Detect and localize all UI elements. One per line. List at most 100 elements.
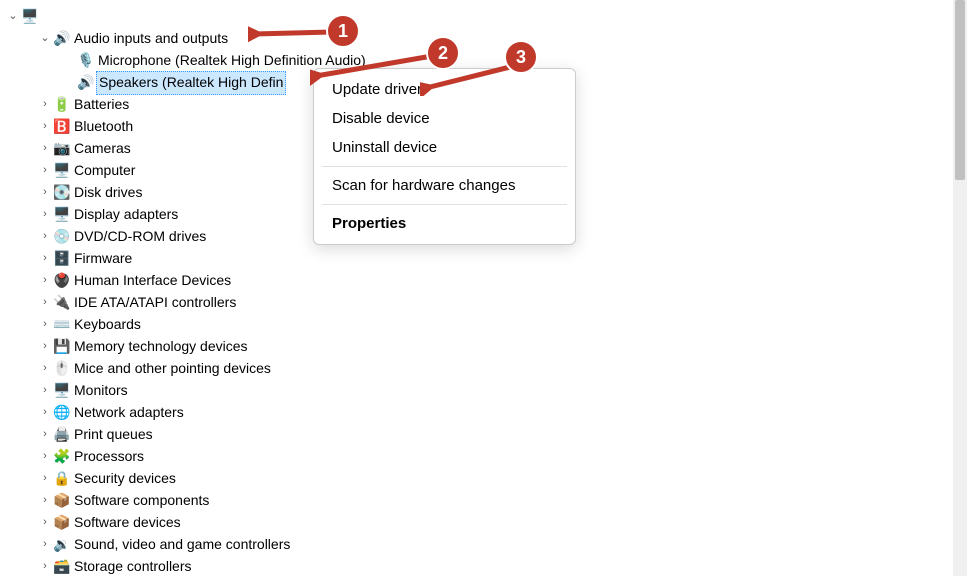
menu-separator xyxy=(322,204,567,205)
menu-properties[interactable]: Properties xyxy=(314,209,575,238)
disk-icon: 💽 xyxy=(52,182,72,204)
category-item[interactable]: ›🔉Sound, video and game controllers xyxy=(6,534,969,556)
category-label: Sound, video and game controllers xyxy=(72,534,290,556)
chevron-right-icon[interactable]: › xyxy=(38,206,52,223)
memory-icon: 💾 xyxy=(52,336,72,358)
chevron-right-icon[interactable]: › xyxy=(38,272,52,289)
monitor-icon: 🖥️ xyxy=(52,380,72,402)
category-item[interactable]: ›📦Software devices xyxy=(6,512,969,534)
category-item[interactable]: ›🖲️Human Interface Devices xyxy=(6,270,969,292)
firmware-icon: 🗄️ xyxy=(52,248,72,270)
category-item[interactable]: ›🖱️Mice and other pointing devices xyxy=(6,358,969,380)
chevron-right-icon[interactable]: › xyxy=(38,426,52,443)
chevron-right-icon[interactable]: › xyxy=(38,448,52,465)
category-label: IDE ATA/ATAPI controllers xyxy=(72,292,236,314)
category-label: Mice and other pointing devices xyxy=(72,358,271,380)
chevron-right-icon[interactable]: › xyxy=(38,250,52,267)
category-item[interactable]: ›⌨️Keyboards xyxy=(6,314,969,336)
category-label: Disk drives xyxy=(72,182,142,204)
ide-icon: 🔌 xyxy=(52,292,72,314)
category-item[interactable]: ›🗄️Firmware xyxy=(6,248,969,270)
security-icon: 🔒 xyxy=(52,468,72,490)
bluetooth-icon: 🅱️ xyxy=(52,116,72,138)
sound-icon: 🔉 xyxy=(52,534,72,556)
chevron-right-icon[interactable]: › xyxy=(38,162,52,179)
hid-icon: 🖲️ xyxy=(52,270,72,292)
keyboard-icon: ⌨️ xyxy=(52,314,72,336)
chevron-right-icon[interactable]: › xyxy=(38,558,52,575)
chevron-right-icon[interactable]: › xyxy=(38,536,52,553)
category-item[interactable]: ›🖥️Monitors xyxy=(6,380,969,402)
battery-icon: 🔋 xyxy=(52,94,72,116)
camera-icon: 📷 xyxy=(52,138,72,160)
chevron-right-icon[interactable]: › xyxy=(38,96,52,113)
category-audio[interactable]: ⌄ 🔊 Audio inputs and outputs xyxy=(6,28,969,50)
category-item[interactable]: ›📦Software components xyxy=(6,490,969,512)
category-label: Security devices xyxy=(72,468,176,490)
vertical-scrollbar[interactable] xyxy=(953,0,967,576)
category-item[interactable]: ›🔌IDE ATA/ATAPI controllers xyxy=(6,292,969,314)
category-label: Network adapters xyxy=(72,402,184,424)
chevron-right-icon[interactable]: › xyxy=(38,492,52,509)
category-item[interactable]: ›🧩Processors xyxy=(6,446,969,468)
chevron-down-icon[interactable]: ⌄ xyxy=(6,8,20,25)
computer-icon: 🖥️ xyxy=(52,160,72,182)
category-label: Storage controllers xyxy=(72,556,192,578)
chevron-right-icon[interactable]: › xyxy=(38,404,52,421)
chevron-right-icon[interactable]: › xyxy=(38,382,52,399)
category-label: Computer xyxy=(72,160,135,182)
chevron-right-icon[interactable]: › xyxy=(38,228,52,245)
chevron-right-icon[interactable]: › xyxy=(38,360,52,377)
annotation-badge-3: 3 xyxy=(504,40,538,74)
chevron-right-icon[interactable]: › xyxy=(38,140,52,157)
category-label: Monitors xyxy=(72,380,128,402)
speaker-icon: 🔊 xyxy=(52,28,72,50)
annotation-badge-1: 1 xyxy=(326,14,360,48)
display-icon: 🖥️ xyxy=(52,204,72,226)
category-label: Keyboards xyxy=(72,314,141,336)
category-label: Bluetooth xyxy=(72,116,133,138)
tree-root[interactable]: ⌄ 🖥️ xyxy=(6,6,969,28)
chevron-right-icon[interactable]: › xyxy=(38,294,52,311)
category-label: Print queues xyxy=(72,424,153,446)
menu-uninstall-device[interactable]: Uninstall device xyxy=(314,133,575,162)
category-item[interactable]: ›🌐Network adapters xyxy=(6,402,969,424)
microphone-icon: 🎙️ xyxy=(76,50,96,72)
network-icon: 🌐 xyxy=(52,402,72,424)
software-icon: 📦 xyxy=(52,512,72,534)
category-label: Processors xyxy=(72,446,144,468)
software-icon: 📦 xyxy=(52,490,72,512)
chevron-right-icon[interactable]: › xyxy=(38,118,52,135)
category-label: Cameras xyxy=(72,138,131,160)
cpu-icon: 🧩 xyxy=(52,446,72,468)
category-label: Memory technology devices xyxy=(72,336,248,358)
chevron-right-icon[interactable]: › xyxy=(38,316,52,333)
mouse-icon: 🖱️ xyxy=(52,358,72,380)
category-label: Human Interface Devices xyxy=(72,270,231,292)
annotation-arrow xyxy=(248,22,338,46)
category-label: Software components xyxy=(72,490,209,512)
chevron-right-icon[interactable]: › xyxy=(38,184,52,201)
printer-icon: 🖨️ xyxy=(52,424,72,446)
category-item[interactable]: ›💾Memory technology devices xyxy=(6,336,969,358)
storage-icon: 🗃️ xyxy=(52,556,72,578)
chevron-right-icon[interactable]: › xyxy=(38,338,52,355)
computer-icon: 🖥️ xyxy=(20,6,40,28)
annotation-badge-2: 2 xyxy=(426,36,460,70)
chevron-right-icon[interactable]: › xyxy=(38,514,52,531)
menu-disable-device[interactable]: Disable device xyxy=(314,104,575,133)
device-label: Speakers (Realtek High Defin xyxy=(96,71,286,95)
cd-icon: 💿 xyxy=(52,226,72,248)
category-label: Software devices xyxy=(72,512,181,534)
category-label: Batteries xyxy=(72,94,129,116)
menu-separator xyxy=(322,166,567,167)
chevron-right-icon[interactable]: › xyxy=(38,470,52,487)
category-item[interactable]: ›🗃️Storage controllers xyxy=(6,556,969,578)
chevron-down-icon[interactable]: ⌄ xyxy=(38,30,52,47)
category-label: DVD/CD-ROM drives xyxy=(72,226,206,248)
category-item[interactable]: ›🖨️Print queues xyxy=(6,424,969,446)
scrollbar-thumb[interactable] xyxy=(955,0,965,180)
menu-scan-hardware[interactable]: Scan for hardware changes xyxy=(314,171,575,200)
category-item[interactable]: ›🔒Security devices xyxy=(6,468,969,490)
speaker-icon: 🔊 xyxy=(76,72,96,94)
